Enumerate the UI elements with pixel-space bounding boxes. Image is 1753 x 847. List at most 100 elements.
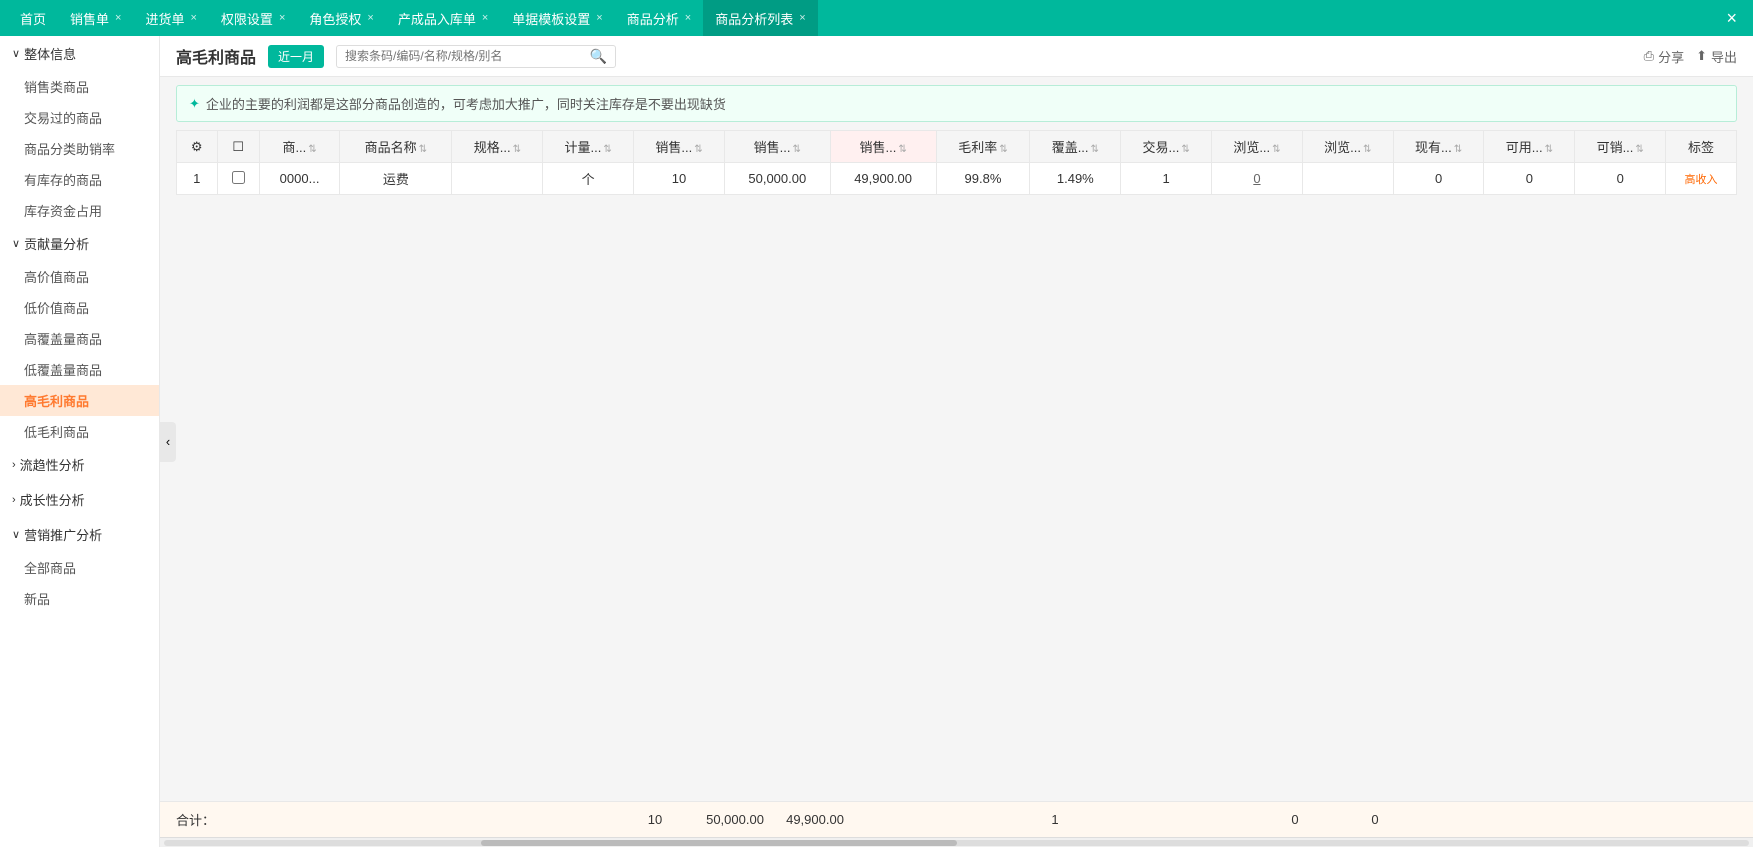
close-icon[interactable]: ×: [279, 12, 285, 24]
table-footer: 合计： 10 50,000.00 49,900.00 1 0 0: [160, 801, 1753, 837]
sidebar-item-high-value[interactable]: 高价值商品: [0, 261, 159, 292]
chevron-down-icon: ∨: [12, 47, 20, 60]
sidebar-section-growth[interactable]: › 成长性分析: [0, 482, 159, 517]
chevron-down-icon: ∨: [12, 528, 20, 541]
sort-icon: ⇅: [898, 144, 906, 155]
col-sale-amount[interactable]: 销售...⇅: [724, 131, 830, 163]
footer-trade: 1: [1015, 812, 1095, 827]
footer-spacer8: [1095, 812, 1175, 827]
col-name[interactable]: 商品名称⇅: [340, 131, 452, 163]
col-unit[interactable]: 计量...⇅: [543, 131, 634, 163]
sidebar-section-marketing[interactable]: ∨ 营销推广分析: [0, 517, 159, 552]
search-input[interactable]: [345, 49, 590, 63]
nav-home[interactable]: 首页: [8, 0, 58, 36]
info-icon: ✦: [189, 96, 200, 112]
sidebar-item-new-goods[interactable]: 新品: [0, 583, 159, 614]
row-checkbox-input[interactable]: [232, 171, 245, 184]
sidebar-item-in-stock[interactable]: 有库存的商品: [0, 164, 159, 195]
sidebar-item-all-goods[interactable]: 全部商品: [0, 552, 159, 583]
sidebar-item-category-assist[interactable]: 商品分类助销率: [0, 133, 159, 164]
sidebar-item-low-coverage[interactable]: 低覆盖量商品: [0, 354, 159, 385]
sort-icon: ⇅: [308, 144, 316, 155]
row-sale-qty: 10: [634, 163, 725, 195]
close-icon[interactable]: ×: [367, 12, 373, 24]
sidebar-section-overall[interactable]: ∨ 整体信息: [0, 36, 159, 71]
sort-icon: ⇅: [1181, 144, 1189, 155]
sort-icon: ⇅: [1545, 144, 1553, 155]
col-settings[interactable]: ⚙: [177, 131, 218, 163]
nav-permissions[interactable]: 权限设置 ×: [209, 0, 297, 36]
col-available[interactable]: 可用...⇅: [1484, 131, 1575, 163]
sidebar-item-low-value[interactable]: 低价值商品: [0, 292, 159, 323]
content-header: 高毛利商品 近一月 🔍 ⎙ 分享 ⬆ 导出: [160, 36, 1753, 77]
nav-purchase[interactable]: 进货单 ×: [133, 0, 208, 36]
col-gross-margin[interactable]: 毛利率⇅: [936, 131, 1030, 163]
share-icon: ⎙: [1644, 48, 1654, 64]
col-sale-qty[interactable]: 销售...⇅: [634, 131, 725, 163]
close-icon[interactable]: ×: [596, 12, 602, 24]
nav-product-analysis-list[interactable]: 商品分析列表 ×: [703, 0, 817, 36]
footer-available: 0: [1335, 812, 1415, 827]
sort-icon: ⇅: [1091, 144, 1099, 155]
sidebar-item-high-coverage[interactable]: 高覆盖量商品: [0, 323, 159, 354]
footer-current: 0: [1255, 812, 1335, 827]
sort-icon: ⇅: [513, 144, 521, 155]
search-box: 🔍: [336, 45, 616, 68]
scrollbar-thumb[interactable]: [481, 840, 957, 846]
nav-product-inbound[interactable]: 产成品入库单 ×: [386, 0, 500, 36]
row-browse2: [1302, 163, 1393, 195]
sidebar-item-high-margin[interactable]: 高毛利商品: [0, 385, 159, 416]
close-all-button[interactable]: ×: [1718, 8, 1745, 29]
col-spec[interactable]: 规格...⇅: [452, 131, 543, 163]
row-code[interactable]: 0000...: [259, 163, 339, 195]
search-icon[interactable]: 🔍: [590, 48, 607, 65]
sidebar-item-sales-goods[interactable]: 销售类商品: [0, 71, 159, 102]
export-button[interactable]: ⬆ 导出: [1696, 47, 1737, 66]
nav-product-analysis[interactable]: 商品分析 ×: [615, 0, 703, 36]
col-browse1[interactable]: 浏览...⇅: [1212, 131, 1303, 163]
row-no: 1: [177, 163, 218, 195]
footer-spacer6: [855, 812, 935, 827]
row-current: 0: [1393, 163, 1484, 195]
sort-icon: ⇅: [793, 144, 801, 155]
sidebar-item-stock-capital[interactable]: 库存资金占用: [0, 195, 159, 226]
col-code[interactable]: 商...⇅: [259, 131, 339, 163]
row-sellable: 0: [1575, 163, 1666, 195]
close-icon[interactable]: ×: [190, 12, 196, 24]
col-coverage[interactable]: 覆盖...⇅: [1030, 131, 1121, 163]
sort-icon: ⇅: [999, 144, 1007, 155]
col-sale-profit[interactable]: 销售...⇅: [830, 131, 936, 163]
chevron-right-icon: ›: [12, 459, 16, 471]
col-checkbox[interactable]: ☐: [217, 131, 259, 163]
footer-sale-profit: 49,900.00: [775, 812, 855, 827]
row-gross-margin: 99.8%: [936, 163, 1030, 195]
sort-icon: ⇅: [603, 144, 611, 155]
row-spec: [452, 163, 543, 195]
table-wrapper: ⚙ ☐ 商...⇅ 商品名称⇅ 规格...⇅ 计量...⇅ 销售...⇅ 销售.…: [160, 130, 1753, 801]
sidebar-collapse-button[interactable]: ‹: [160, 422, 176, 462]
close-icon[interactable]: ×: [685, 12, 691, 24]
col-trade[interactable]: 交易...⇅: [1121, 131, 1212, 163]
sidebar-section-contribution[interactable]: ∨ 贡献量分析: [0, 226, 159, 261]
sidebar-item-low-margin[interactable]: 低毛利商品: [0, 416, 159, 447]
page-title: 高毛利商品: [176, 44, 256, 68]
nav-sales[interactable]: 销售单 ×: [58, 0, 133, 36]
col-current[interactable]: 现有...⇅: [1393, 131, 1484, 163]
nav-template-settings[interactable]: 单据模板设置 ×: [500, 0, 614, 36]
col-sellable[interactable]: 可销...⇅: [1575, 131, 1666, 163]
close-icon[interactable]: ×: [482, 12, 488, 24]
sidebar-item-traded-goods[interactable]: 交易过的商品: [0, 102, 159, 133]
sort-icon: ⇅: [1272, 144, 1280, 155]
close-icon[interactable]: ×: [115, 12, 121, 24]
sidebar-section-trend[interactable]: › 流趋性分析: [0, 447, 159, 482]
close-icon[interactable]: ×: [799, 12, 805, 24]
row-checkbox[interactable]: [217, 163, 259, 195]
horizontal-scrollbar[interactable]: [160, 837, 1753, 847]
col-browse2[interactable]: 浏览...⇅: [1302, 131, 1393, 163]
col-tag[interactable]: 标签: [1666, 131, 1737, 163]
period-button[interactable]: 近一月: [268, 45, 324, 68]
share-button[interactable]: ⎙ 分享: [1644, 47, 1684, 66]
row-browse1[interactable]: 0: [1212, 163, 1303, 195]
product-table: ⚙ ☐ 商...⇅ 商品名称⇅ 规格...⇅ 计量...⇅ 销售...⇅ 销售.…: [176, 130, 1737, 195]
nav-roles[interactable]: 角色授权 ×: [297, 0, 385, 36]
